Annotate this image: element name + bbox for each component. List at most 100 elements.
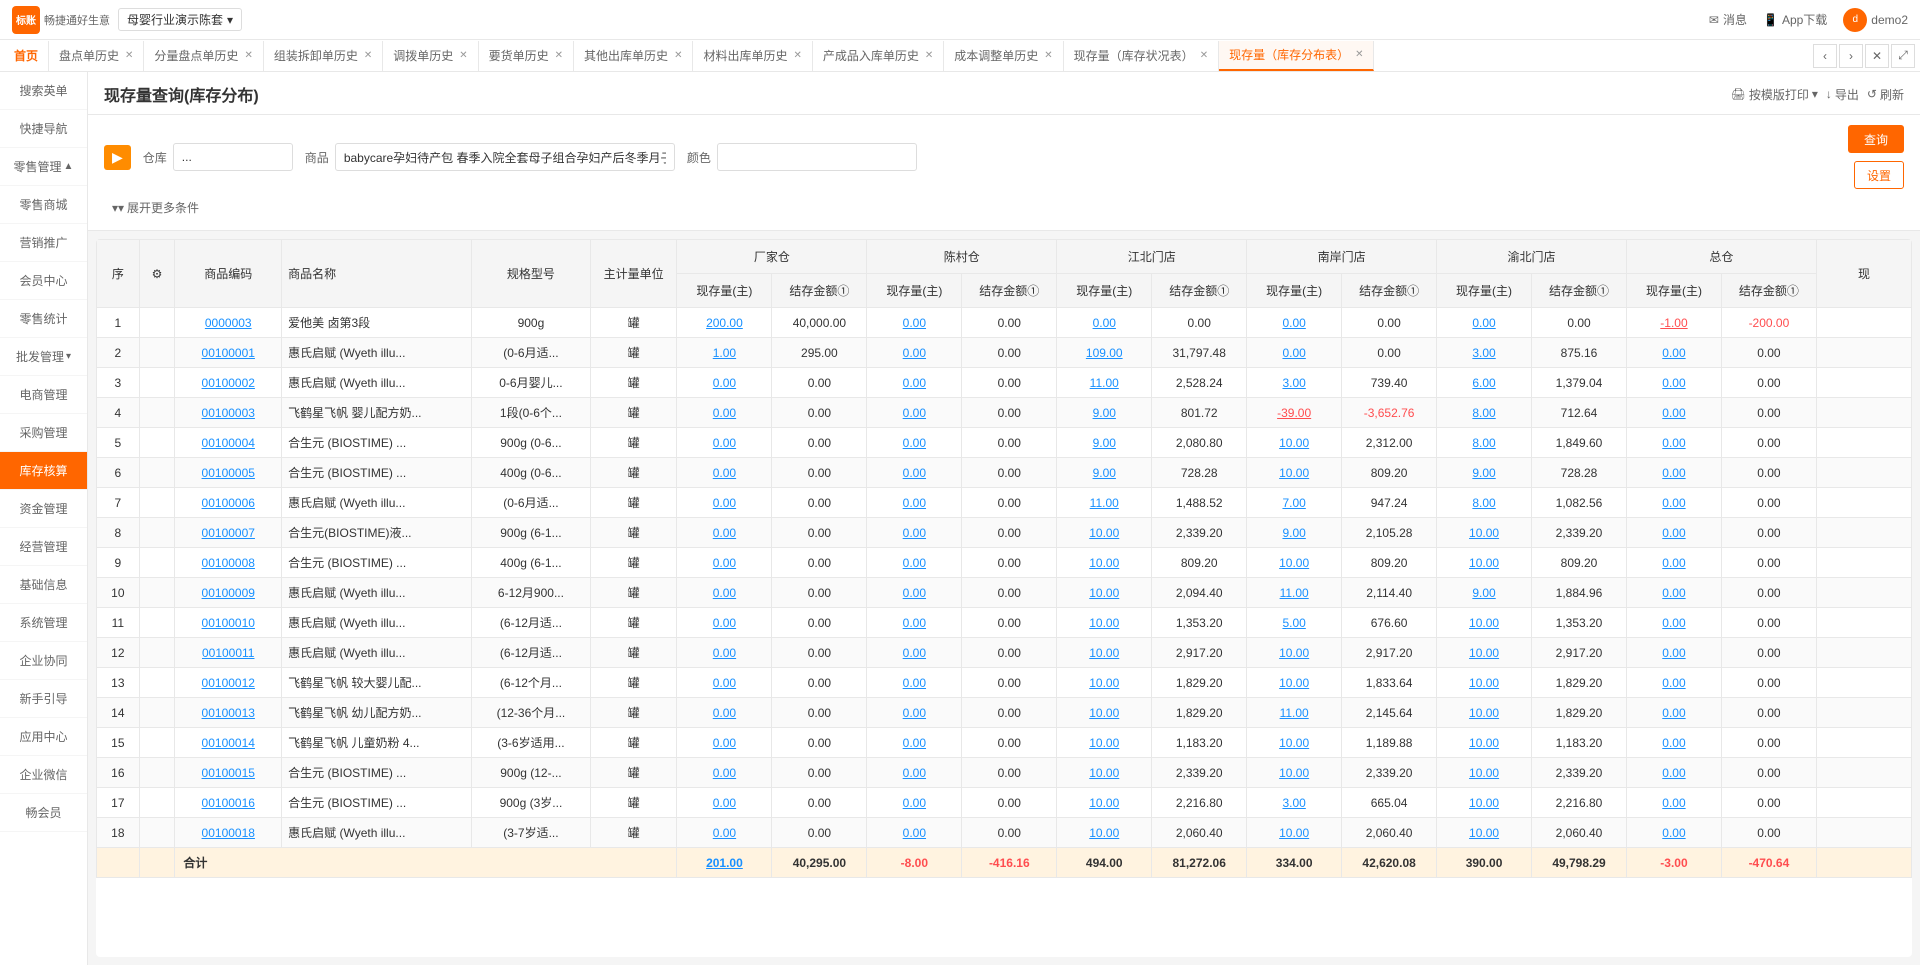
goods-input[interactable]	[335, 143, 675, 171]
query-btn[interactable]: 查询	[1848, 125, 1904, 153]
sidebar-item-retail-stats[interactable]: 零售统计	[0, 300, 87, 338]
close-icon[interactable]: ✕	[125, 50, 133, 61]
sidebar-item-base[interactable]: 基础信息	[0, 566, 87, 604]
sidebar-item-inventory[interactable]: 库存核算	[0, 452, 87, 490]
tab-diaobo[interactable]: 调拨单历史 ✕	[383, 41, 478, 71]
app-icon: 📱	[1763, 13, 1778, 27]
sidebar-item-ops[interactable]: 经营管理	[0, 528, 87, 566]
close-icon[interactable]: ✕	[459, 50, 467, 61]
table-cell: 0.00	[867, 488, 962, 518]
table-cell[interactable]: 00100011	[175, 638, 282, 668]
tab-pandian[interactable]: 盘点单历史 ✕	[49, 41, 144, 71]
tab-close-all-btn[interactable]: ✕	[1865, 44, 1889, 68]
close-icon[interactable]: ✕	[1044, 50, 1052, 61]
close-icon[interactable]: ✕	[555, 50, 563, 61]
refresh-btn[interactable]: ↺ 刷新	[1867, 86, 1904, 103]
sidebar-item-retail-mgmt[interactable]: 零售管理 ▲	[0, 148, 87, 186]
app-download-btn[interactable]: 📱 App下载	[1763, 11, 1827, 28]
table-cell: 0.00	[677, 668, 772, 698]
sidebar-item-guide[interactable]: 新手引导	[0, 680, 87, 718]
table-cell: 0.00	[772, 428, 867, 458]
tab-kucunfenbu[interactable]: 现存量（库存分布表） ✕	[1219, 41, 1374, 71]
color-input[interactable]	[717, 143, 917, 171]
close-icon[interactable]: ✕	[793, 50, 801, 61]
table-cell	[139, 608, 175, 638]
tab-expand-btn[interactable]: ⤢	[1891, 44, 1915, 68]
sidebar-item-apps[interactable]: 应用中心	[0, 718, 87, 756]
close-icon[interactable]: ✕	[364, 50, 372, 61]
tab-chengpin[interactable]: 产成品入库单历史 ✕	[813, 41, 944, 71]
sidebar-item-ecommerce[interactable]: 电商管理	[0, 376, 87, 414]
sidebar-item-system[interactable]: 系统管理	[0, 604, 87, 642]
table-cell	[1816, 308, 1911, 338]
user-avatar-btn[interactable]: d demo2	[1843, 8, 1908, 32]
sidebar-item-wholesale-mgmt[interactable]: 批发管理 ▾	[0, 338, 87, 376]
sidebar-item-search[interactable]: 搜索英单	[0, 72, 87, 110]
message-btn[interactable]: ✉ 消息	[1709, 11, 1747, 28]
table-cell: (0-6月适...	[472, 338, 591, 368]
sidebar-item-vip[interactable]: 畅会员	[0, 794, 87, 832]
table-cell[interactable]: 0000003	[175, 308, 282, 338]
warehouse-input[interactable]	[173, 143, 293, 171]
tab-yaohuo[interactable]: 要货单历史 ✕	[479, 41, 574, 71]
tab-cailiao[interactable]: 材料出库单历史 ✕	[693, 41, 812, 71]
sidebar-item-retail-mall[interactable]: 零售商城	[0, 186, 87, 224]
print-btn[interactable]: 🖨 按模版打印 ▾	[1731, 86, 1818, 103]
close-icon[interactable]: ✕	[925, 50, 933, 61]
table-cell[interactable]: 00100001	[175, 338, 282, 368]
table-cell[interactable]: 00100014	[175, 728, 282, 758]
tab-zuhe[interactable]: 组装拆卸单历史 ✕	[264, 41, 383, 71]
sidebar-item-member[interactable]: 会员中心	[0, 262, 87, 300]
table-cell[interactable]: 00100004	[175, 428, 282, 458]
tab-qitachuku[interactable]: 其他出库单历史 ✕	[574, 41, 693, 71]
table-row: 1100100010惠氏启赋 (Wyeth illu...(6-12月适...罐…	[97, 608, 1912, 638]
table-cell[interactable]: 00100009	[175, 578, 282, 608]
table-cell[interactable]: 00100008	[175, 548, 282, 578]
sidebar-item-marketing[interactable]: 营销推广	[0, 224, 87, 262]
store-selector[interactable]: 母婴行业演示陈套 ▾	[118, 8, 242, 31]
table-cell[interactable]: 00100006	[175, 488, 282, 518]
tab-next-btn[interactable]: ›	[1839, 44, 1863, 68]
table-cell[interactable]: 00100003	[175, 398, 282, 428]
setting-btn[interactable]: 设置	[1854, 161, 1904, 189]
tab-kucunzhuangkuang[interactable]: 现存量（库存状况表） ✕	[1064, 41, 1219, 71]
sidebar-item-quicknav[interactable]: 快捷导航	[0, 110, 87, 148]
table-cell: 0.00	[772, 668, 867, 698]
tab-home[interactable]: 首页	[4, 41, 49, 71]
expand-more-btn[interactable]: ▾▾ 展开更多条件	[104, 195, 207, 220]
export-btn[interactable]: ↓ 导出	[1826, 86, 1859, 103]
th-gear[interactable]: ⚙	[139, 240, 175, 308]
table-cell[interactable]: 00100018	[175, 818, 282, 848]
collapse-btn[interactable]: ▶	[104, 145, 131, 170]
th-nanan: 南岸门店	[1247, 240, 1437, 274]
table-cell: 0.00	[1721, 668, 1816, 698]
table-cell[interactable]: 00100007	[175, 518, 282, 548]
total-c-qty: -8.00	[867, 848, 962, 878]
close-icon[interactable]: ✕	[244, 50, 252, 61]
table-cell[interactable]: 00100016	[175, 788, 282, 818]
table-cell[interactable]: 00100012	[175, 668, 282, 698]
table-cell[interactable]: 00100010	[175, 608, 282, 638]
table-cell[interactable]: 00100002	[175, 368, 282, 398]
close-icon[interactable]: ✕	[674, 50, 682, 61]
table-cell: 0.00	[1057, 308, 1152, 338]
sidebar-item-finance[interactable]: 资金管理	[0, 490, 87, 528]
table-cell	[139, 788, 175, 818]
tab-fenpandian[interactable]: 分量盘点单历史 ✕	[144, 41, 263, 71]
table-cell[interactable]: 00100013	[175, 698, 282, 728]
table-cell: 0.00	[962, 428, 1057, 458]
sidebar-item-enterprise[interactable]: 企业协同	[0, 642, 87, 680]
table-cell[interactable]: 00100015	[175, 758, 282, 788]
close-icon[interactable]: ✕	[1355, 49, 1363, 60]
sidebar-item-purchase[interactable]: 采购管理	[0, 414, 87, 452]
sidebar-item-weixin[interactable]: 企业微信	[0, 756, 87, 794]
table-cell[interactable]: 00100005	[175, 458, 282, 488]
th-yubei: 渝北门店	[1437, 240, 1627, 274]
table-cell: 0.00	[867, 758, 962, 788]
tab-prev-btn[interactable]: ‹	[1813, 44, 1837, 68]
close-icon[interactable]: ✕	[1200, 50, 1208, 61]
table-cell: 惠氏启赋 (Wyeth illu...	[282, 578, 472, 608]
tab-chengbentiaoz[interactable]: 成本调整单历史 ✕	[944, 41, 1063, 71]
table-cell: 0.00	[677, 758, 772, 788]
table-cell: 2,080.80	[1152, 428, 1247, 458]
